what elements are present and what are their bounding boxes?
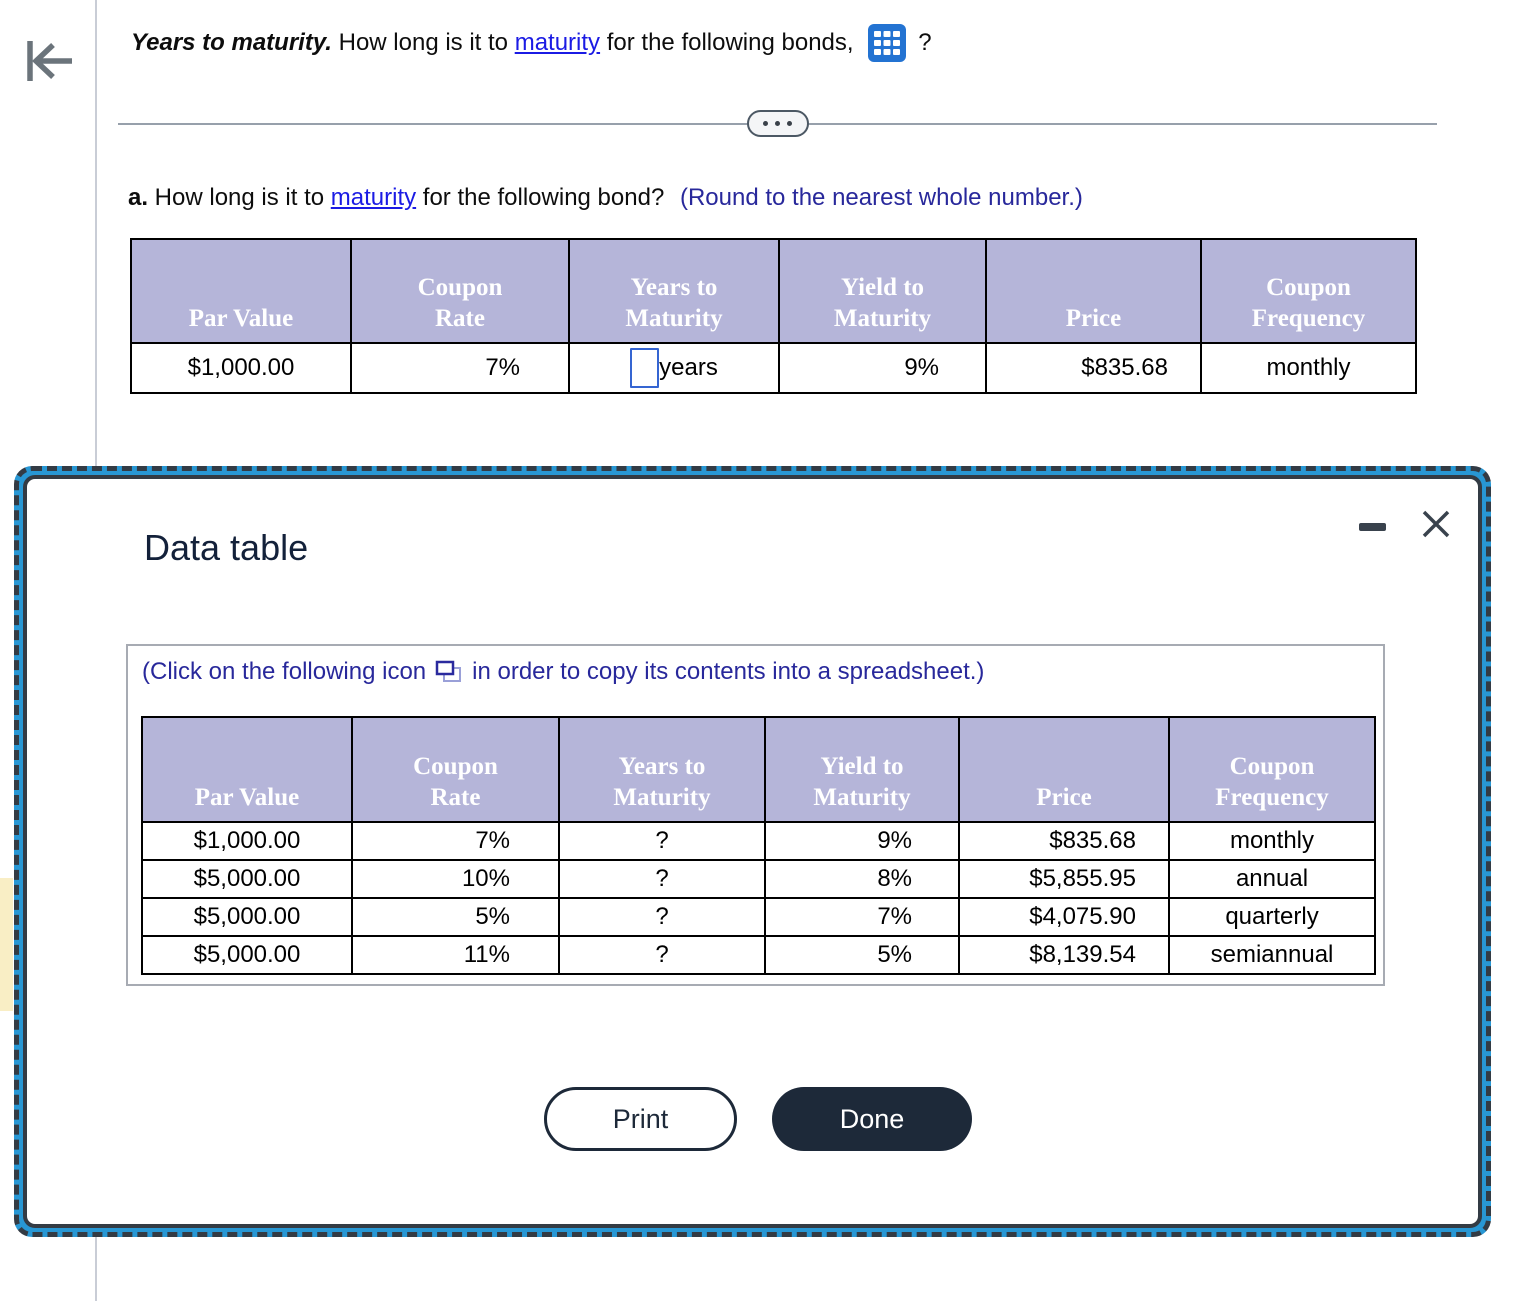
col-header-coupon-frequency: Coupon Frequency <box>1200 238 1417 344</box>
data-table-panel: (Click on the following icon in order to… <box>126 644 1385 986</box>
frequency-cell: annual <box>1168 859 1376 899</box>
col-header-yield-to-maturity: Yield to Maturity <box>764 716 960 823</box>
copy-instruction: (Click on the following icon in order to… <box>142 658 984 686</box>
ellipsis-dot <box>775 121 780 126</box>
yield-cell: 5% <box>764 935 960 975</box>
rounding-instruction: (Round to the nearest whole number.) <box>679 184 1083 211</box>
col-header-coupon-rate: Coupon Rate <box>350 238 570 344</box>
modal-title: Data table <box>144 527 309 568</box>
question-mark-suffix: ? <box>918 29 932 56</box>
modal-content: Data table (Click on the following icon … <box>23 475 1482 1228</box>
col-header-price: Price <box>985 238 1202 344</box>
part-a-text-2: for the following bond? <box>416 184 671 211</box>
years-cell: ? <box>558 821 766 861</box>
col-header-par-value: Par Value <box>141 716 353 823</box>
table-header-row: Par Value Coupon Rate Years to Maturity Yi… <box>141 716 1376 823</box>
col-header-years-to-maturity: Years to Maturity <box>558 716 766 823</box>
table-row: $1,000.00 7% years 9% $835.68 monthly <box>130 342 1417 394</box>
data-table-modal: Data table (Click on the following icon … <box>14 466 1491 1237</box>
par-value-cell: $1,000.00 <box>130 342 352 394</box>
part-a-text: How long is it to <box>148 184 331 211</box>
part-a-label: a. <box>128 184 149 211</box>
sidebar-highlight-strip <box>0 878 13 1011</box>
price-cell: $8,139.54 <box>958 935 1170 975</box>
price-cell: $5,855.95 <box>958 859 1170 899</box>
yield-cell: 9% <box>764 821 960 861</box>
coupon-rate-cell: 10% <box>351 859 560 899</box>
coupon-rate-cell: 7% <box>350 342 570 394</box>
par-value-cell: $5,000.00 <box>141 935 353 975</box>
frequency-cell: semiannual <box>1168 935 1376 975</box>
yield-cell: 8% <box>764 859 960 899</box>
col-header-coupon-rate: Coupon Rate <box>351 716 560 823</box>
par-value-cell: $1,000.00 <box>141 821 353 861</box>
coupon-rate-cell: 5% <box>351 897 560 937</box>
minimize-icon[interactable] <box>1359 523 1386 531</box>
col-header-par-value: Par Value <box>130 238 352 344</box>
years-suffix-label: years <box>659 354 718 381</box>
yield-cell: 7% <box>764 897 960 937</box>
question-part-a: a. How long is it to maturity for the fo… <box>128 184 1083 212</box>
table-row: $1,000.00 7% ? 9% $835.68 monthly <box>141 821 1376 861</box>
question-text: How long is it to <box>331 29 515 56</box>
question-text-2: for the following bonds, <box>600 29 861 56</box>
maturity-link-a[interactable]: maturity <box>331 184 416 211</box>
coupon-rate-cell: 11% <box>351 935 560 975</box>
price-cell: $835.68 <box>958 821 1170 861</box>
maturity-link[interactable]: maturity <box>515 29 600 57</box>
ellipsis-dot <box>787 121 792 126</box>
question-topic: Years to maturity. <box>131 29 332 56</box>
years-input[interactable] <box>630 348 660 388</box>
price-cell: $4,075.90 <box>958 897 1170 937</box>
col-header-coupon-frequency: Coupon Frequency <box>1168 716 1376 823</box>
table-row: $5,000.00 5% ? 7% $4,075.90 quarterly <box>141 897 1376 937</box>
close-icon[interactable] <box>1417 505 1455 543</box>
collapse-left-icon[interactable] <box>22 36 78 86</box>
section-divider <box>118 110 1437 137</box>
copy-instruction-before: (Click on the following icon <box>142 658 427 685</box>
col-header-yield-to-maturity: Yield to Maturity <box>778 238 987 344</box>
frequency-cell: monthly <box>1200 342 1417 394</box>
par-value-cell: $5,000.00 <box>141 859 353 899</box>
modal-bond-table: Par Value Coupon Rate Years to Maturity Yi… <box>141 716 1376 975</box>
copy-instruction-after: in order to copy its contents into a spr… <box>472 658 985 685</box>
table-header-row: Par Value Coupon Rate Years to Maturity Yi… <box>130 238 1417 344</box>
table-row: $5,000.00 11% ? 5% $8,139.54 semiannual <box>141 935 1376 975</box>
col-header-years-to-maturity: Years to Maturity <box>568 238 780 344</box>
table-row: $5,000.00 10% ? 8% $5,855.95 annual <box>141 859 1376 899</box>
data-table-grid-icon[interactable] <box>868 24 907 62</box>
divider-ellipsis-toggle[interactable] <box>746 110 809 137</box>
print-button[interactable]: Print <box>544 1087 737 1151</box>
years-cell: ? <box>558 897 766 937</box>
years-cell: ? <box>558 859 766 899</box>
price-cell: $835.68 <box>985 342 1202 394</box>
years-cell: ? <box>558 935 766 975</box>
bond-question-table: Par Value Coupon Rate Years to Maturity Yi… <box>130 238 1417 394</box>
years-answer-cell: years <box>568 342 780 394</box>
frequency-cell: monthly <box>1168 821 1376 861</box>
copy-icon[interactable] <box>435 660 463 684</box>
done-button[interactable]: Done <box>772 1087 972 1151</box>
frequency-cell: quarterly <box>1168 897 1376 937</box>
yield-cell: 9% <box>778 342 987 394</box>
ellipsis-dot <box>763 121 768 126</box>
col-header-price: Price <box>958 716 1170 823</box>
par-value-cell: $5,000.00 <box>141 897 353 937</box>
coupon-rate-cell: 7% <box>351 821 560 861</box>
question-header: Years to maturity. How long is it to mat… <box>131 24 932 62</box>
